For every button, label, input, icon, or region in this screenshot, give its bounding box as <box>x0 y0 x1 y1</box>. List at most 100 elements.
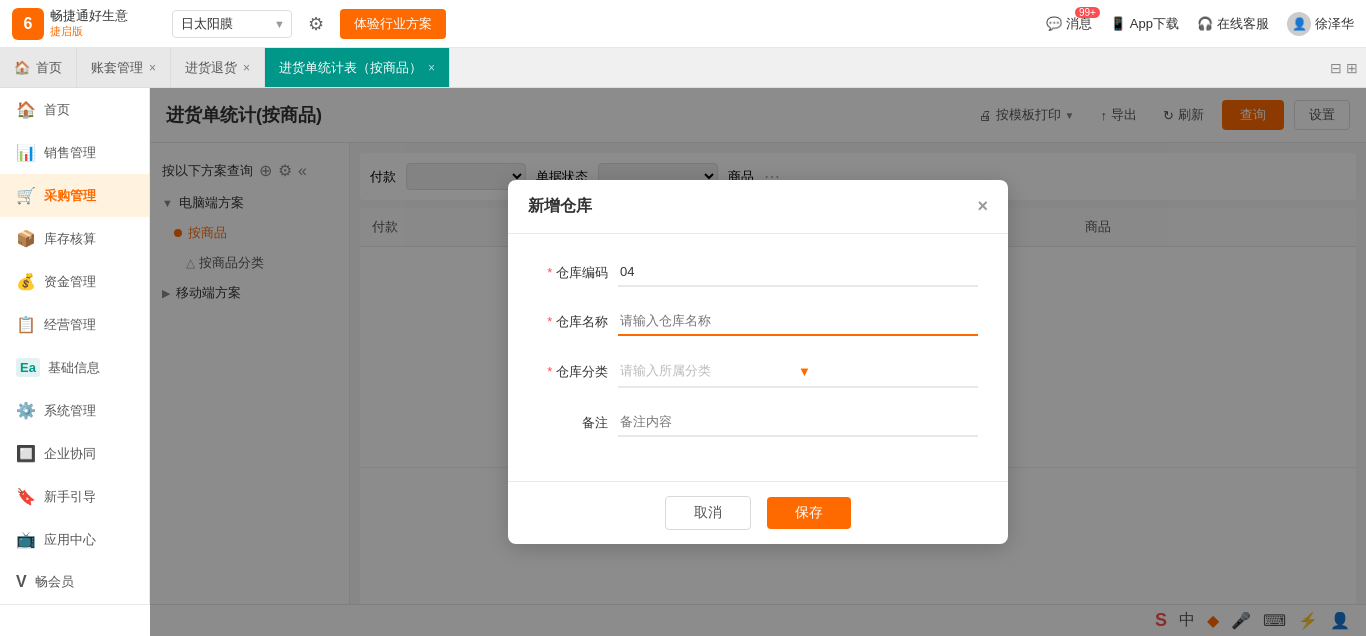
tab-purchase-stat-close[interactable]: × <box>428 61 435 75</box>
tab-purchase-stat-label: 进货单统计表（按商品） <box>279 59 422 77</box>
enterprise-icon: 🔲 <box>16 444 36 463</box>
tab-purchase-stat[interactable]: 进货单统计表（按商品） × <box>265 48 450 87</box>
sidebar-guide-label: 新手引导 <box>44 488 96 506</box>
remark-label: 备注 <box>538 414 608 432</box>
logo-icon: 6 <box>12 8 44 40</box>
sidebar-member-label: 畅会员 <box>35 573 74 591</box>
logo-text-block: 畅捷通好生意 捷启版 <box>50 8 128 39</box>
mobile-icon: 📱 <box>1110 16 1126 31</box>
save-button[interactable]: 保存 <box>767 497 851 529</box>
sidebar-app-center-label: 应用中心 <box>44 531 96 549</box>
message-icon: 💬 <box>1046 16 1062 31</box>
sidebar-item-guide[interactable]: 🔖 新手引导 <box>0 475 149 518</box>
code-input[interactable] <box>618 258 978 287</box>
purchase-icon: 🛒 <box>16 186 36 205</box>
content-area: 进货单统计(按商品) 🖨 按模板打印 ▼ ↑ 导出 ↻ 刷新 查询 设置 <box>150 88 1366 636</box>
message-item[interactable]: 💬 消息 99+ <box>1046 15 1092 33</box>
tab-purchase-return[interactable]: 进货退货 × <box>171 48 265 87</box>
experience-btn[interactable]: 体验行业方案 <box>340 9 446 39</box>
sidebar-item-enterprise[interactable]: 🔲 企业协同 <box>0 432 149 475</box>
avatar: 👤 <box>1287 12 1311 36</box>
modal-header: 新增仓库 × <box>508 180 1008 234</box>
sidebar-item-inventory[interactable]: 📦 库存核算 <box>0 217 149 260</box>
form-row-remark: 备注 <box>538 408 978 437</box>
modal-overlay[interactable]: 新增仓库 × 仓库编码 仓库名称 仓库分类 <box>150 88 1366 636</box>
tab-account[interactable]: 账套管理 × <box>77 48 171 87</box>
category-chevron-icon: ▼ <box>798 364 976 379</box>
member-icon: V <box>16 573 27 591</box>
modal-footer: 取消 保存 <box>508 481 1008 544</box>
name-label: 仓库名称 <box>538 313 608 331</box>
sidebar-item-finance[interactable]: 💰 资金管理 <box>0 260 149 303</box>
sidebar-item-home[interactable]: 🏠 首页 <box>0 88 149 131</box>
logo-sub: 捷启版 <box>50 24 128 39</box>
modal-body: 仓库编码 仓库名称 仓库分类 请输入所属分类 ▼ <box>508 234 1008 481</box>
message-badge: 99+ <box>1075 7 1100 18</box>
remark-input[interactable] <box>618 408 978 437</box>
sidebar-item-purchase[interactable]: 🛒 采购管理 <box>0 174 149 217</box>
cancel-button[interactable]: 取消 <box>665 496 751 530</box>
sidebar-enterprise-label: 企业协同 <box>44 445 96 463</box>
tab-account-close[interactable]: × <box>149 61 156 75</box>
home-sidebar-icon: 🏠 <box>16 100 36 119</box>
headset-icon: 🎧 <box>1197 16 1213 31</box>
sidebar-item-basic-info[interactable]: Ea 基础信息 <box>0 346 149 389</box>
category-placeholder: 请输入所属分类 <box>620 362 798 380</box>
header-right: 💬 消息 99+ 📱 App下载 🎧 在线客服 👤 徐泽华 <box>1046 12 1354 36</box>
basic-info-icon: Ea <box>16 358 40 377</box>
modal-dialog: 新增仓库 × 仓库编码 仓库名称 仓库分类 <box>508 180 1008 544</box>
main-layout: 🏠 首页 📊 销售管理 🛒 采购管理 📦 库存核算 💰 资金管理 📋 经营管理 … <box>0 88 1366 636</box>
tab-purchase-return-label: 进货退货 <box>185 59 237 77</box>
modal-close-icon[interactable]: × <box>977 196 988 217</box>
system-icon: ⚙️ <box>16 401 36 420</box>
username-label: 徐泽华 <box>1315 15 1354 33</box>
home-icon: 🏠 <box>14 60 30 75</box>
form-row-code: 仓库编码 <box>538 258 978 287</box>
tab-home[interactable]: 🏠 首页 <box>0 48 77 87</box>
category-select[interactable]: 请输入所属分类 ▼ <box>618 356 978 388</box>
gear-icon[interactable]: ⚙ <box>302 10 330 38</box>
category-label: 仓库分类 <box>538 363 608 381</box>
tab-home-label: 首页 <box>36 59 62 77</box>
form-row-name: 仓库名称 <box>538 307 978 336</box>
top-header: 6 畅捷通好生意 捷启版 日太阳膜 ▼ ⚙ 体验行业方案 💬 消息 99+ 📱 … <box>0 0 1366 48</box>
sidebar-home-label: 首页 <box>44 101 70 119</box>
store-selector[interactable]: 日太阳膜 ▼ <box>172 10 292 38</box>
sidebar-finance-label: 资金管理 <box>44 273 96 291</box>
tab-purchase-return-close[interactable]: × <box>243 61 250 75</box>
app-center-icon: 📺 <box>16 530 36 549</box>
tab-spacer <box>450 48 1322 87</box>
sidebar-inventory-label: 库存核算 <box>44 230 96 248</box>
sidebar-basic-info-label: 基础信息 <box>48 359 100 377</box>
code-label: 仓库编码 <box>538 264 608 282</box>
sidebar-item-sales[interactable]: 📊 销售管理 <box>0 131 149 174</box>
logo-text: 畅捷通好生意 <box>50 8 128 24</box>
sales-icon: 📊 <box>16 143 36 162</box>
user-item[interactable]: 👤 徐泽华 <box>1287 12 1354 36</box>
sidebar-system-label: 系统管理 <box>44 402 96 420</box>
sidebar-item-member[interactable]: V 畅会员 <box>0 561 149 603</box>
app-download-label: App下载 <box>1130 15 1179 33</box>
inventory-icon: 📦 <box>16 229 36 248</box>
form-row-category: 仓库分类 请输入所属分类 ▼ <box>538 356 978 388</box>
sidebar-item-app-center[interactable]: 📺 应用中心 <box>0 518 149 561</box>
sidebar-item-system[interactable]: ⚙️ 系统管理 <box>0 389 149 432</box>
logo-area: 6 畅捷通好生意 捷启版 <box>12 8 162 40</box>
sidebar-management-label: 经营管理 <box>44 316 96 334</box>
app-download-item[interactable]: 📱 App下载 <box>1110 15 1179 33</box>
sidebar-sales-label: 销售管理 <box>44 144 96 162</box>
online-service-label: 在线客服 <box>1217 15 1269 33</box>
tab-actions: ⊟ ⊞ <box>1322 48 1366 87</box>
tab-account-label: 账套管理 <box>91 59 143 77</box>
store-name: 日太阳膜 <box>181 16 233 31</box>
name-input[interactable] <box>618 307 978 336</box>
management-icon: 📋 <box>16 315 36 334</box>
guide-icon: 🔖 <box>16 487 36 506</box>
sidebar: 🏠 首页 📊 销售管理 🛒 采购管理 📦 库存核算 💰 资金管理 📋 经营管理 … <box>0 88 150 636</box>
sidebar-item-management[interactable]: 📋 经营管理 <box>0 303 149 346</box>
online-service-item[interactable]: 🎧 在线客服 <box>1197 15 1269 33</box>
modal-title: 新增仓库 <box>528 196 592 217</box>
tab-expand-icon[interactable]: ⊞ <box>1346 60 1358 76</box>
sidebar-purchase-label: 采购管理 <box>44 187 96 205</box>
tab-minimize-icon[interactable]: ⊟ <box>1330 60 1342 76</box>
